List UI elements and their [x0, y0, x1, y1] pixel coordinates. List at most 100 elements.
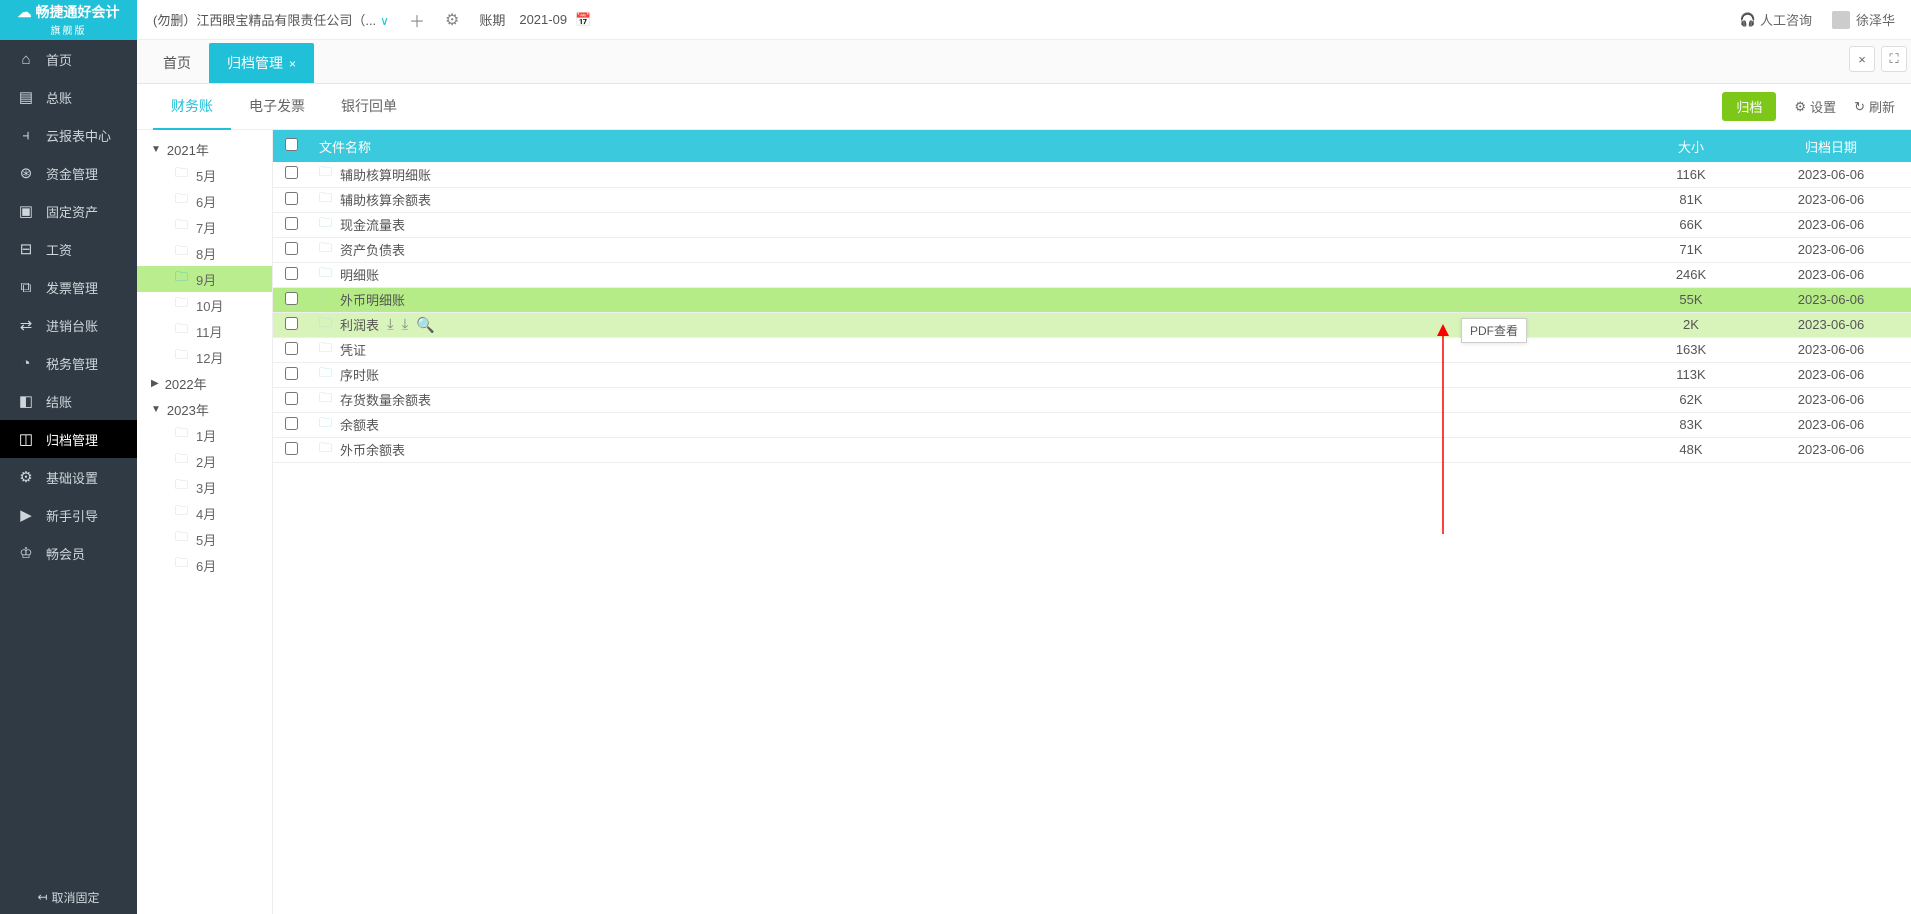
table-row[interactable]: 🗀存货数量余额表62K2023-06-06	[273, 387, 1911, 412]
nav-label: 新手引导	[46, 506, 98, 525]
file-size: 66K	[1631, 212, 1751, 237]
sidebar-item-12[interactable]: ▶新手引导	[0, 496, 137, 534]
consult-link[interactable]: 🎧人工咨询	[1740, 10, 1812, 29]
table-row[interactable]: 🗀余额表83K2023-06-06	[273, 412, 1911, 437]
pdf-view-icon[interactable]: 🔍	[416, 316, 435, 334]
tree-month-2-2[interactable]: 🗀3月	[137, 474, 272, 500]
archive-button[interactable]: 归档	[1722, 92, 1776, 121]
sidebar-item-6[interactable]: ⧉发票管理	[0, 268, 137, 306]
chevron-down-icon: ∨	[380, 14, 389, 28]
folder-icon: 🗀	[319, 189, 332, 211]
tree-month-0-1[interactable]: 🗀6月	[137, 188, 272, 214]
sidebar-item-1[interactable]: ▤总账	[0, 78, 137, 116]
row-checkbox[interactable]	[285, 217, 298, 230]
table-row[interactable]: 🗀明细账246K2023-06-06	[273, 262, 1911, 287]
row-checkbox[interactable]	[285, 192, 298, 205]
download-excel-icon[interactable]: ⤓	[387, 316, 394, 333]
sidebar-item-4[interactable]: ▣固定资产	[0, 192, 137, 230]
sub-tab-bar: 财务账电子发票银行回单 归档 ⚙设置 ↻刷新	[137, 84, 1911, 130]
table-row[interactable]: 🗀外币余额表48K2023-06-06	[273, 437, 1911, 462]
fullscreen-button[interactable]: ⛶	[1881, 46, 1907, 72]
sidebar-item-8[interactable]: ◔税务管理	[0, 344, 137, 382]
top-bar: ☁畅捷通好会计 旗舰版 (勿删）江西眼宝精品有限责任公司（...∨ ＋ ⚙ 账期…	[0, 0, 1911, 40]
row-checkbox[interactable]	[285, 317, 298, 330]
tree-month-2-3[interactable]: 🗀4月	[137, 500, 272, 526]
close-tab-button[interactable]: ×	[1849, 46, 1875, 72]
sidebar-item-7[interactable]: ⇄进销台账	[0, 306, 137, 344]
sidebar-item-9[interactable]: ◧结账	[0, 382, 137, 420]
tree-month-2-4[interactable]: 🗀5月	[137, 526, 272, 552]
user-menu[interactable]: 徐泽华	[1832, 10, 1895, 29]
tree-month-2-0[interactable]: 🗀1月	[137, 422, 272, 448]
sidebar-item-3[interactable]: ⊛资金管理	[0, 154, 137, 192]
folder-icon: 🗀	[175, 268, 188, 290]
page-tab-0[interactable]: 首页	[145, 43, 209, 83]
table-row[interactable]: 🗀利润表⤓⤓🔍2K2023-06-06	[273, 312, 1911, 337]
subtab-0[interactable]: 财务账	[153, 84, 231, 130]
add-icon[interactable]: ＋	[409, 8, 425, 32]
row-checkbox[interactable]	[285, 242, 298, 255]
table-row[interactable]: 🗀外币明细账55K2023-06-06	[273, 287, 1911, 312]
tree-year-2[interactable]: ▼2023年	[137, 396, 272, 422]
row-checkbox[interactable]	[285, 166, 298, 179]
row-checkbox[interactable]	[285, 342, 298, 355]
file-size: 83K	[1631, 412, 1751, 437]
company-selector[interactable]: (勿删）江西眼宝精品有限责任公司（...∨	[153, 10, 389, 29]
nav-icon: ⫞	[18, 127, 34, 144]
caret-icon: ▼	[151, 404, 161, 415]
sidebar-item-13[interactable]: ♔畅会员	[0, 534, 137, 572]
settings-link[interactable]: ⚙设置	[1794, 97, 1836, 116]
tree-year-1[interactable]: ▶2022年	[137, 370, 272, 396]
row-checkbox[interactable]	[285, 392, 298, 405]
nav-label: 畅会员	[46, 544, 85, 563]
close-icon[interactable]: ×	[289, 57, 296, 71]
settings-icon[interactable]: ⚙	[445, 10, 459, 30]
download-pdf-icon[interactable]: ⤓	[402, 316, 409, 333]
select-all-checkbox[interactable]	[285, 138, 298, 151]
table-row[interactable]: 🗀辅助核算明细账116K2023-06-06	[273, 162, 1911, 187]
refresh-link[interactable]: ↻刷新	[1854, 97, 1895, 116]
folder-icon: 🗀	[175, 242, 188, 264]
file-date: 2023-06-06	[1751, 212, 1911, 237]
folder-icon: 🗀	[319, 239, 332, 261]
subtab-1[interactable]: 电子发票	[231, 84, 323, 130]
sidebar-item-11[interactable]: ⚙基础设置	[0, 458, 137, 496]
unpin-button[interactable]: ↤取消固定	[0, 880, 137, 914]
tree-month-0-6[interactable]: 🗀11月	[137, 318, 272, 344]
tree-month-2-5[interactable]: 🗀6月	[137, 552, 272, 578]
subtab-2[interactable]: 银行回单	[323, 84, 415, 130]
tree-month-0-7[interactable]: 🗀12月	[137, 344, 272, 370]
file-name-text: 利润表	[340, 315, 379, 334]
tree-month-0-4[interactable]: 🗀9月	[137, 266, 272, 292]
calendar-icon[interactable]: 📅	[575, 12, 591, 28]
nav-label: 固定资产	[46, 202, 98, 221]
tree-month-0-0[interactable]: 🗀5月	[137, 162, 272, 188]
table-row[interactable]: 🗀序时账113K2023-06-06	[273, 362, 1911, 387]
folder-icon: 🗀	[319, 163, 332, 185]
row-checkbox[interactable]	[285, 417, 298, 430]
sidebar-item-10[interactable]: ◫归档管理	[0, 420, 137, 458]
sidebar-item-5[interactable]: ⊟工资	[0, 230, 137, 268]
tree-year-0[interactable]: ▼2021年	[137, 136, 272, 162]
table-row[interactable]: 🗀凭证163K2023-06-06	[273, 337, 1911, 362]
sidebar-item-2[interactable]: ⫞云报表中心	[0, 116, 137, 154]
row-checkbox[interactable]	[285, 367, 298, 380]
tree-month-0-2[interactable]: 🗀7月	[137, 214, 272, 240]
period-value[interactable]: 2021-09	[519, 12, 567, 27]
tree-month-0-5[interactable]: 🗀10月	[137, 292, 272, 318]
table-row[interactable]: 🗀资产负债表71K2023-06-06	[273, 237, 1911, 262]
caret-icon: ▶	[151, 378, 159, 389]
row-checkbox[interactable]	[285, 292, 298, 305]
table-row[interactable]: 🗀现金流量表66K2023-06-06	[273, 212, 1911, 237]
page-tab-1[interactable]: 归档管理×	[209, 43, 314, 83]
tree-month-0-3[interactable]: 🗀8月	[137, 240, 272, 266]
row-checkbox[interactable]	[285, 267, 298, 280]
row-checkbox[interactable]	[285, 442, 298, 455]
tree-month-2-1[interactable]: 🗀2月	[137, 448, 272, 474]
file-size: 55K	[1631, 287, 1751, 312]
file-size: 116K	[1631, 162, 1751, 187]
folder-icon: 🗀	[175, 450, 188, 472]
sidebar-item-0[interactable]: ⌂首页	[0, 40, 137, 78]
nav-icon: ▤	[18, 88, 34, 106]
table-row[interactable]: 🗀辅助核算余额表81K2023-06-06	[273, 187, 1911, 212]
